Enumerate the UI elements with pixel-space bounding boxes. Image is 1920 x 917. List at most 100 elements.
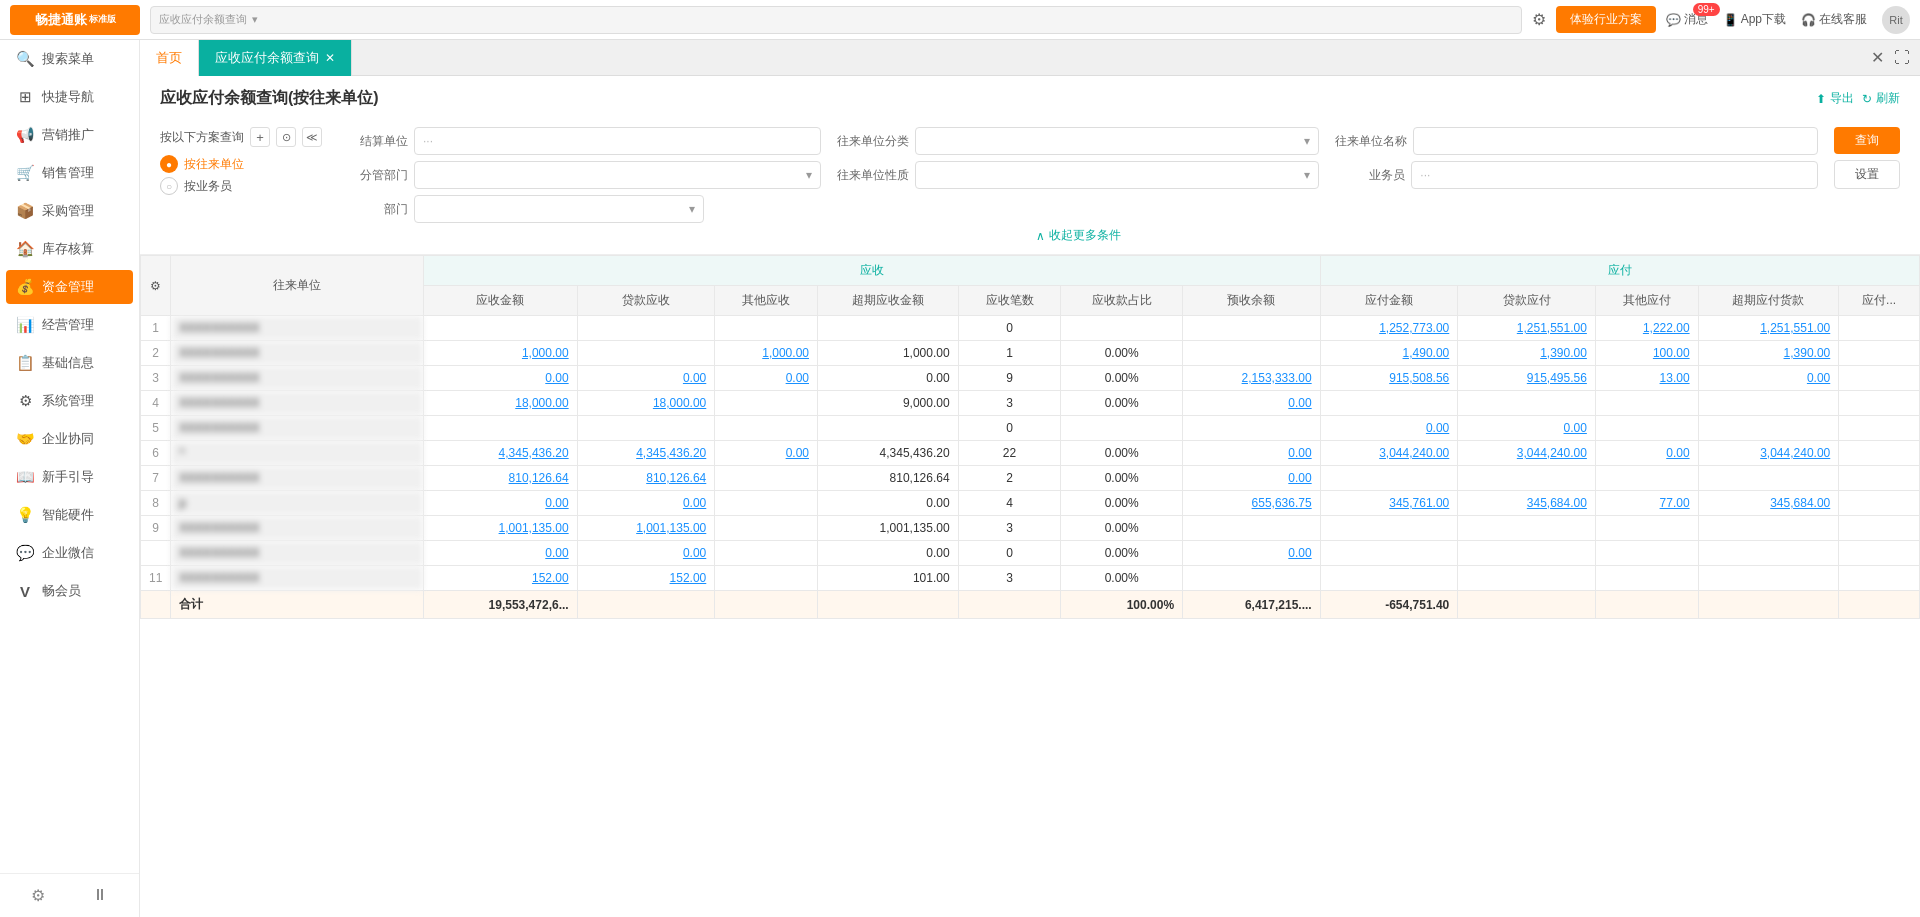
scheme-salesman-label: 按业务员 <box>184 178 232 195</box>
user-avatar[interactable]: Rit <box>1882 6 1910 34</box>
purchase-icon: 📦 <box>16 202 34 220</box>
summary-payable: -654,751.40 <box>1320 591 1458 619</box>
filter-more-icon[interactable]: ≪ <box>302 127 322 147</box>
search-icon: 🔍 <box>16 50 34 68</box>
filter-settlement-unit: 结算单位 ··· <box>338 127 821 155</box>
sales-icon: 🛒 <box>16 164 34 182</box>
query-button[interactable]: 查询 <box>1834 127 1900 154</box>
system-icon: ⚙ <box>16 392 34 410</box>
sidebar-item-wechat[interactable]: 💬 企业微信 <box>0 534 139 572</box>
col-overdue-pay: 超期应付货款 <box>1698 286 1839 316</box>
sidebar-item-system[interactable]: ⚙ 系统管理 <box>0 382 139 420</box>
filter-add-icon[interactable]: + <box>250 127 270 147</box>
filter-partner-nature: 往来单位性质 ▾ <box>837 161 1320 189</box>
chevron-up-icon: ∧ <box>1036 229 1045 243</box>
export-button[interactable]: ⬆ 导出 <box>1816 90 1854 107</box>
settlement-unit-input[interactable]: ··· <box>414 127 821 155</box>
sidebar-item-basic-info[interactable]: 📋 基础信息 <box>0 344 139 382</box>
col-prepay: 预收余额 <box>1183 286 1321 316</box>
tab-maximize-btn[interactable]: ⛶ <box>1894 49 1910 67</box>
receivable-group-header: 应收 <box>424 256 1320 286</box>
sidebar-item-inventory[interactable]: 🏠 库存核算 <box>0 230 139 268</box>
partner-cell: p <box>171 491 424 516</box>
sidebar-item-guide[interactable]: 📖 新手引导 <box>0 458 139 496</box>
breadcrumb[interactable]: 应收应付余额查询 ▾ <box>150 6 1522 34</box>
avatar: Rit <box>1882 6 1910 34</box>
sidebar-item-marketing[interactable]: 📢 营销推广 <box>0 116 139 154</box>
summary-row: 合计 19,553,472,6... 100.00% 6,417,215....… <box>141 591 1920 619</box>
top-right-actions: 💬 消息 99+ 📱 App下载 🎧 在线客服 Rit <box>1666 6 1910 34</box>
scheme-partner-icon: ● <box>160 155 178 173</box>
summary-recv-ratio: 100.00% <box>1061 591 1183 619</box>
table-row: 1XXXXXXXXXX01,252,773.001,251,551.001,22… <box>141 316 1920 341</box>
data-table: ⚙ 往来单位 应收 应付 应收金额 贷款应收 其他应收 超期应收金额 应收笔数 … <box>140 255 1920 619</box>
sidebar-item-finance[interactable]: 💰 资金管理 <box>6 270 133 304</box>
table-row: 8p0.000.000.0040.00%655,636.75345,761.00… <box>141 491 1920 516</box>
col-recv-ratio: 应收款占比 <box>1061 286 1183 316</box>
table-row: 11XXXXXXXXXX152.00152.00101.0030.00% <box>141 566 1920 591</box>
filter-dept: 分管部门 ▾ <box>338 161 821 189</box>
sidebar-item-search[interactable]: 🔍 搜索菜单 <box>0 40 139 78</box>
inventory-icon: 🏠 <box>16 240 34 258</box>
table-row: 4XXXXXXXXXX18,000.0018,000.009,000.0030.… <box>141 391 1920 416</box>
sidebar-item-nav[interactable]: ⊞ 快捷导航 <box>0 78 139 116</box>
col-settings-header[interactable]: ⚙ <box>141 256 171 316</box>
sidebar-item-purchase[interactable]: 📦 采购管理 <box>0 192 139 230</box>
sidebar-collapse-icon[interactable]: ⏸ <box>92 886 108 905</box>
dept-input[interactable]: ▾ <box>414 161 821 189</box>
filter-area: 按以下方案查询 + ⊙ ≪ ● 按往来单位 ○ 按业务员 <box>140 117 1920 255</box>
sidebar-bottom: ⚙ ⏸ <box>0 873 139 917</box>
sidebar-item-sales[interactable]: 🛒 销售管理 <box>0 154 139 192</box>
sidebar-item-collaboration[interactable]: 🤝 企业协同 <box>0 420 139 458</box>
dropdown-arrow-nature-icon: ▾ <box>1304 168 1310 182</box>
message-btn[interactable]: 💬 消息 99+ <box>1666 11 1708 28</box>
scheme-salesman-icon: ○ <box>160 177 178 195</box>
table-row: 7XXXXXXXXXX810,126.64810,126.64810,126.6… <box>141 466 1920 491</box>
sidebar-item-operations[interactable]: 📊 经营管理 <box>0 306 139 344</box>
online-service-btn[interactable]: 🎧 在线客服 <box>1801 11 1867 28</box>
refresh-button[interactable]: ↻ 刷新 <box>1862 90 1900 107</box>
settings-icon[interactable]: ⚙ <box>1532 10 1546 29</box>
salesman-input[interactable]: ··· <box>1411 161 1818 189</box>
page-title: 应收应付余额查询(按往来单位) <box>160 88 379 109</box>
app-download-btn[interactable]: 📱 App下载 <box>1723 11 1786 28</box>
guide-icon: 📖 <box>16 468 34 486</box>
page-header: 应收应付余额查询(按往来单位) ⬆ 导出 ↻ 刷新 <box>140 76 1920 117</box>
table-row: 6^4,345,436.204,345,436.200.004,345,436.… <box>141 441 1920 466</box>
filter-partner-name: 往来单位名称 <box>1335 127 1818 155</box>
filter-edit-icon[interactable]: ⊙ <box>276 127 296 147</box>
breadcrumb-dropdown-icon[interactable]: ▾ <box>252 13 258 26</box>
filter-partner-category: 往来单位分类 ▾ <box>837 127 1320 155</box>
col-recv-count: 应收笔数 <box>958 286 1061 316</box>
sidebar-item-hardware[interactable]: 💡 智能硬件 <box>0 496 139 534</box>
wechat-icon: 💬 <box>16 544 34 562</box>
sidebar-item-member[interactable]: V 畅会员 <box>0 572 139 610</box>
setting-button[interactable]: 设置 <box>1834 160 1900 189</box>
message-icon: 💬 <box>1666 13 1681 27</box>
scheme-salesman[interactable]: ○ 按业务员 <box>160 177 322 195</box>
collapse-filter-btn[interactable]: ∧ 收起更多条件 <box>1036 227 1121 244</box>
tab-ar-ap[interactable]: 应收应付余额查询 ✕ <box>199 40 352 76</box>
partner-cell: XXXXXXXXXX <box>171 416 424 441</box>
summary-loan-recv <box>577 591 715 619</box>
col-other-recv: 其他应收 <box>715 286 818 316</box>
department-input[interactable]: ▾ <box>414 195 704 223</box>
tab-close-icon[interactable]: ✕ <box>325 51 335 65</box>
solution-button[interactable]: 体验行业方案 <box>1556 6 1656 33</box>
scheme-partner[interactable]: ● 按往来单位 <box>160 155 322 173</box>
sidebar-settings-icon[interactable]: ⚙ <box>31 886 45 905</box>
tab-bar: 首页 应收应付余额查询 ✕ ✕ ⛶ <box>140 40 1920 76</box>
service-icon: 🎧 <box>1801 13 1816 27</box>
export-icon: ⬆ <box>1816 92 1826 106</box>
summary-recv-count <box>958 591 1061 619</box>
payable-group-header: 应付 <box>1320 256 1919 286</box>
top-bar: 畅捷通账 标准版 应收应付余额查询 ▾ ⚙ 体验行业方案 💬 消息 99+ 📱 … <box>0 0 1920 40</box>
partner-name-input[interactable] <box>1413 127 1818 155</box>
partner-nature-input[interactable]: ▾ <box>915 161 1320 189</box>
marketing-icon: 📢 <box>16 126 34 144</box>
tab-close-window-btn[interactable]: ✕ <box>1871 48 1884 67</box>
tab-home[interactable]: 首页 <box>140 40 199 76</box>
partner-category-input[interactable]: ▾ <box>915 127 1320 155</box>
col-recv-amount: 应收金额 <box>424 286 577 316</box>
summary-label: 合计 <box>171 591 424 619</box>
